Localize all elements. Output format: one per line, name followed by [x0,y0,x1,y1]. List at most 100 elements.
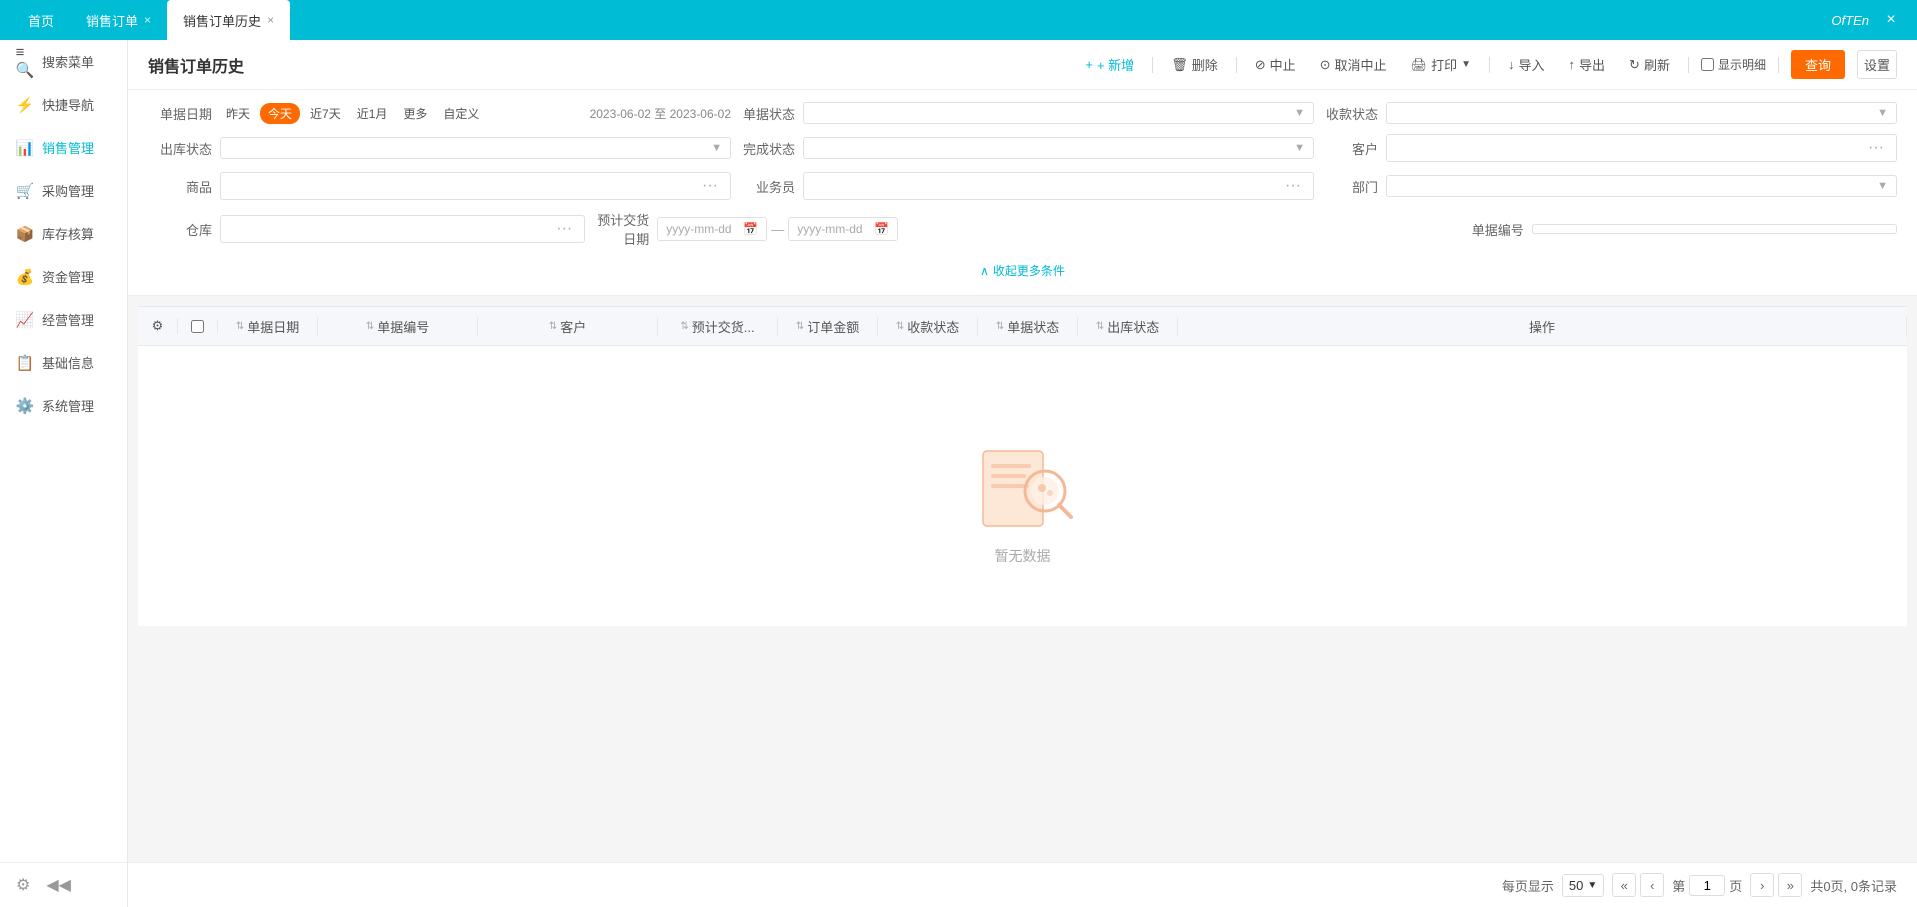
delivery-to-value: yyyy-mm-dd [797,222,862,236]
page-label-after: 页 [1729,876,1742,895]
stock-out-status-select[interactable]: ▼ [220,137,731,159]
import-button[interactable]: ↓ 导入 [1502,51,1551,78]
receipt-status-select[interactable]: ▼ [1386,102,1897,124]
th-amount[interactable]: ⇅ 订单金额 [778,317,878,336]
complete-status-select[interactable]: ▼ [803,137,1314,159]
dept-select[interactable]: ▼ [1386,175,1897,197]
date-btn-today[interactable]: 今天 [260,103,300,124]
date-control: 昨天 今天 近7天 近1月 更多 自定义 [220,103,582,124]
cancel-stop-button[interactable]: ⊙ 取消中止 [1314,51,1393,78]
sidebar-item-sales-mgmt[interactable]: 📊 销售管理 [0,126,127,169]
sidebar-item-purchase-mgmt[interactable]: 🛒 采购管理 [0,169,127,212]
date-btn-yesterday[interactable]: 昨天 [220,103,256,124]
sidebar-item-sales-mgmt-label: 销售管理 [42,138,94,157]
th-date[interactable]: ⇅ 单据日期 [218,317,318,336]
salesperson-label: 业务员 [731,177,803,196]
sidebar-item-basic-info[interactable]: 📋 基础信息 [0,341,127,384]
sidebar-item-operations-mgmt[interactable]: 📈 经营管理 [0,298,127,341]
select-all-checkbox[interactable] [191,320,204,333]
filter-date: 单据日期 昨天 今天 近7天 近1月 更多 自定义 2023-06-02 至 2… [148,103,731,124]
prev-page-btn[interactable]: ‹ [1640,873,1664,897]
delivery-to-input[interactable]: yyyy-mm-dd 📅 [788,217,898,241]
customer-input[interactable]: ··· [1386,134,1897,162]
empty-text: 暂无数据 [995,546,1051,566]
goods-label: 商品 [148,177,220,196]
date-btn-7days[interactable]: 近7天 [304,103,347,124]
tab-home[interactable]: 首页 [12,0,70,40]
stock-out-status-label: 出库状态 [148,139,220,158]
export-button[interactable]: ↑ 导出 [1563,51,1612,78]
refresh-button[interactable]: ↻ 刷新 [1623,51,1676,78]
delivery-from-input[interactable]: yyyy-mm-dd 📅 [657,217,767,241]
salesperson-input[interactable]: ··· [803,172,1314,200]
collapse-row[interactable]: ∧ 收起更多条件 [148,258,1897,283]
th-num[interactable]: ⇅ 单据编号 [318,317,478,336]
sidebar-collapse-icon[interactable]: ◀◀ [46,875,71,895]
stop-button[interactable]: ⊘ 中止 [1249,51,1302,78]
settings-button[interactable]: 设置 [1857,50,1897,79]
print-button[interactable]: 🖨 打印 ▼ [1405,51,1477,78]
page-title: 销售订单历史 [148,53,244,77]
th-customer[interactable]: ⇅ 客户 [478,317,658,336]
export-icon: ↑ [1569,57,1576,72]
divider-3 [1489,57,1490,73]
th-delivery[interactable]: ⇅ 预计交货... [658,317,778,336]
sidebar-settings-icon[interactable]: ⚙ [16,875,30,895]
filter-row-4: 仓库 ··· 预计交货日期 yyyy-mm-dd 📅 — [148,210,1897,248]
query-button[interactable]: 查询 [1791,50,1845,79]
delete-icon: 🗑 [1171,57,1188,73]
first-page-btn[interactable]: « [1612,873,1636,897]
salesperson-dots-icon[interactable]: ··· [1281,177,1305,195]
per-page-arrow-icon: ▼ [1587,880,1597,891]
th-pay-status[interactable]: ⇅ 收款状态 [878,317,978,336]
sort-icon-delivery: ⇅ [680,321,688,332]
th-doc-status[interactable]: ⇅ 单据状态 [978,317,1078,336]
table-wrapper: ⚙ ⇅ 单据日期 ⇅ 单据编号 ⇅ 客户 [138,306,1907,626]
show-detail-checkbox[interactable] [1701,58,1714,71]
th-checkbox[interactable] [178,320,218,333]
top-bar: 首页 销售订单 × 销售订单历史 × OfTEn × [0,0,1917,40]
capital-mgmt-icon: 💰 [16,268,34,286]
tab-sales-order[interactable]: 销售订单 × [70,0,167,40]
tab-sales-order-history[interactable]: 销售订单历史 × [167,0,290,40]
tab-sales-order-history-close[interactable]: × [267,13,274,27]
sidebar-item-inventory[interactable]: 📦 库存核算 [0,212,127,255]
sidebar-item-capital-mgmt-label: 资金管理 [42,267,94,286]
complete-status-label: 完成状态 [731,139,803,158]
page-nav: « ‹ [1612,873,1664,897]
date-btn-more[interactable]: 更多 [397,103,433,124]
tab-sales-order-close[interactable]: × [144,13,151,27]
date-btn-1month[interactable]: 近1月 [351,103,394,124]
basic-info-icon: 📋 [16,354,34,372]
sidebar-item-system-mgmt[interactable]: ⚙️ 系统管理 [0,384,127,427]
sidebar-item-search-menu[interactable]: ≡🔍 搜索菜单 [0,40,127,83]
date-btn-custom[interactable]: 自定义 [437,103,485,124]
doc-status-select[interactable]: ▼ [803,102,1314,124]
per-page-label: 每页显示 [1502,876,1554,895]
empty-illustration [963,426,1083,546]
warehouse-label: 仓库 [148,220,220,239]
sidebar-item-quick-nav[interactable]: ⚡ 快捷导航 [0,83,127,126]
warehouse-dots-icon[interactable]: ··· [552,220,576,238]
th-stock-status[interactable]: ⇅ 出库状态 [1078,317,1178,336]
per-page-select[interactable]: 50 ▼ [1562,874,1604,897]
sidebar-item-capital-mgmt[interactable]: 💰 资金管理 [0,255,127,298]
th-settings[interactable]: ⚙ [138,318,178,334]
warehouse-input[interactable]: ··· [220,215,585,243]
next-page-btn[interactable]: › [1750,873,1774,897]
delete-button[interactable]: 🗑 删除 [1165,51,1224,78]
delivery-from-value: yyyy-mm-dd [666,222,731,236]
page-number-input[interactable] [1689,875,1725,896]
empty-state: 暂无数据 [138,346,1907,626]
goods-dots-icon[interactable]: ··· [698,177,722,195]
sort-icon-amount: ⇅ [796,321,804,332]
window-close-btn[interactable]: × [1877,6,1905,34]
goods-input[interactable]: ··· [220,172,731,200]
show-detail-checkbox-label[interactable]: 显示明细 [1701,56,1766,73]
customer-dots-icon[interactable]: ··· [1864,139,1888,157]
print-icon: 🖨 [1411,57,1428,73]
doc-num-input[interactable] [1532,224,1897,234]
new-button[interactable]: + + 新增 [1079,51,1140,78]
last-page-btn[interactable]: » [1778,873,1802,897]
per-page-value: 50 [1569,878,1583,893]
